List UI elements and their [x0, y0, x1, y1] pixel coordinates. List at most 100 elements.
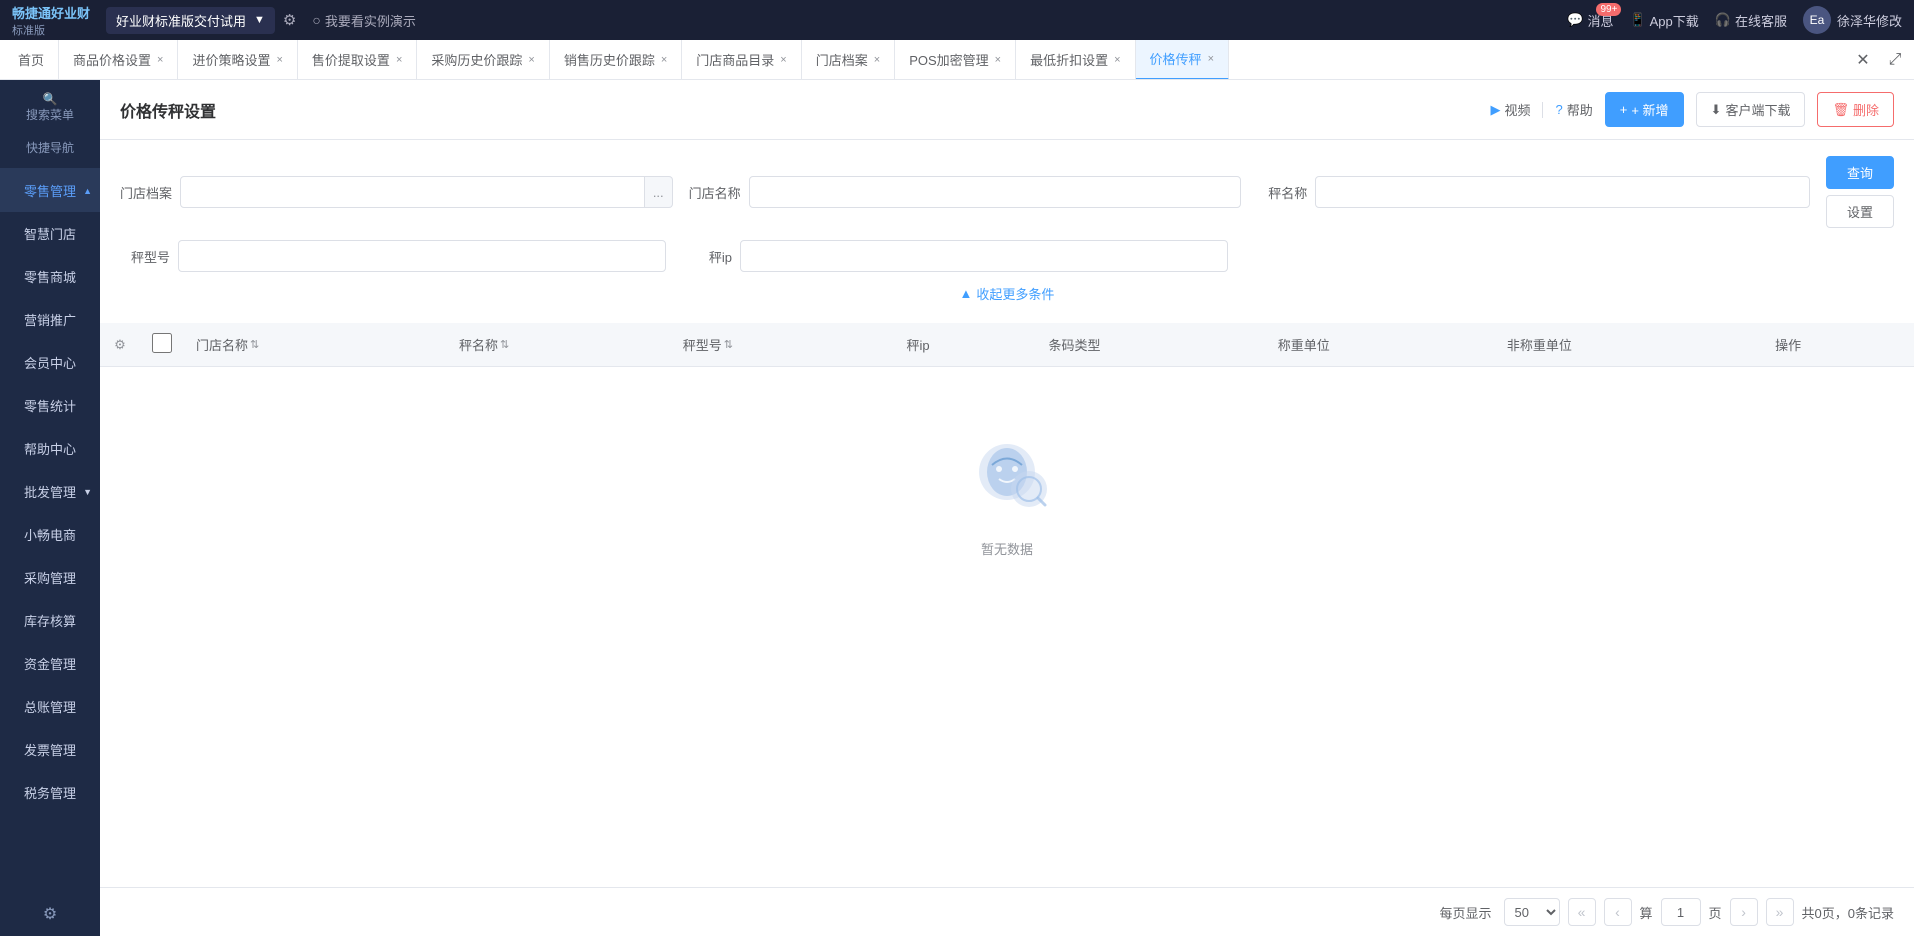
store-name-label: 门店名称 — [689, 183, 741, 202]
last-page-button[interactable]: » — [1766, 898, 1794, 926]
sidebar-item-finance[interactable]: 资金管理 — [0, 642, 100, 685]
sidebar-search[interactable]: 🔍 搜索菜单 — [0, 80, 100, 131]
close-icon[interactable]: × — [528, 54, 534, 66]
sidebar-shortcut-nav[interactable]: 快捷导航 — [0, 131, 100, 169]
tab-price-transfer[interactable]: 价格传秤 × — [1136, 40, 1229, 80]
add-button[interactable]: + + 新增 — [1605, 92, 1684, 127]
sidebar-item-retail-mall[interactable]: 零售商城 — [0, 255, 100, 298]
table-header: ⚙ 门店名称 秤名称 秤型号 — [100, 323, 1914, 367]
col-scale-model: 秤型号 — [671, 323, 895, 367]
video-link[interactable]: ▶ 视频 — [1490, 100, 1530, 119]
top-bar: 畅捷通好业财 标准版 好业财标准版交付试用 ▼ ⚙ 我要看实例演示 💬 消息 9… — [0, 0, 1914, 40]
data-table: ⚙ 门店名称 秤名称 秤型号 — [100, 323, 1914, 618]
table-body: 暂无数据 — [100, 367, 1914, 619]
sidebar-item-wholesale[interactable]: 批发管理 — [0, 470, 100, 513]
tab-store-archive[interactable]: 门店档案 × — [802, 40, 895, 80]
close-icon[interactable]: × — [995, 54, 1001, 66]
sidebar: 🔍 搜索菜单 快捷导航 零售管理 智慧门店 零售商城 营销推广 会员中心 — [0, 80, 100, 936]
online-service-button[interactable]: 🎧 在线客服 — [1715, 11, 1787, 30]
page-number-input[interactable] — [1661, 898, 1701, 926]
user-menu[interactable]: Ea 徐泽华修改 — [1803, 6, 1902, 34]
query-button[interactable]: 查询 — [1826, 156, 1894, 189]
sidebar-item-retail-stats[interactable]: 零售统计 — [0, 384, 100, 427]
tab-purchase-history[interactable]: 采购历史价跟踪 × — [417, 40, 549, 80]
page-header-actions: ▶ 视频 ? 帮助 + + 新增 ⬇ 客户端下载 — [1490, 92, 1894, 127]
sidebar-item-help-center[interactable]: 帮助中心 — [0, 427, 100, 470]
delete-button[interactable]: 🗑 删除 — [1817, 92, 1894, 127]
close-icon[interactable]: × — [396, 54, 402, 66]
close-icon[interactable]: × — [157, 54, 163, 66]
filter-scale-model: 秤型号 — [120, 240, 666, 272]
divider — [1542, 102, 1543, 118]
tab-pos-management[interactable]: POS加密管理 × — [895, 40, 1016, 80]
tab-purchase-strategy[interactable]: 进价策略设置 × — [178, 40, 297, 80]
sidebar-item-tax[interactable]: 税务管理 — [0, 771, 100, 814]
help-link[interactable]: ? 帮助 — [1555, 100, 1592, 119]
sidebar-item-retail-management[interactable]: 零售管理 — [0, 169, 100, 212]
message-button[interactable]: 💬 消息 99+ — [1567, 11, 1613, 30]
sidebar-item-ecommerce[interactable]: 小畅电商 — [0, 513, 100, 556]
scale-name-input[interactable] — [1315, 176, 1810, 208]
download-icon: ⬇ — [1711, 102, 1722, 118]
select-all-checkbox[interactable] — [152, 333, 172, 353]
store-archive-dots-button[interactable]: ... — [645, 176, 673, 208]
filter-row-2: 秤型号 秤ip — [120, 240, 1894, 272]
tab-bar: 首页 商品价格设置 × 进价策略设置 × 售价提取设置 × 采购历史价跟踪 × … — [0, 40, 1914, 80]
first-page-button[interactable]: « — [1568, 898, 1596, 926]
scale-ip-input[interactable] — [740, 240, 1228, 272]
tab-sale-extract[interactable]: 售价提取设置 × — [298, 40, 417, 80]
filter-row-1: 门店档案 ... 门店名称 秤名称 — [120, 156, 1894, 228]
sidebar-item-ledger[interactable]: 总账管理 — [0, 685, 100, 728]
tab-discount-settings[interactable]: 最低折扣设置 × — [1016, 40, 1135, 80]
sidebar-settings-icon[interactable]: ⚙ — [0, 892, 100, 936]
set-button[interactable]: 设置 — [1826, 195, 1894, 228]
page-unit: 页 — [1709, 903, 1722, 922]
close-icon[interactable]: × — [276, 54, 282, 66]
prev-page-button[interactable]: ‹ — [1604, 898, 1632, 926]
close-tab-button[interactable]: ✕ — [1848, 45, 1878, 75]
sidebar-item-inventory[interactable]: 库存核算 — [0, 599, 100, 642]
help-icon: ? — [1555, 102, 1562, 117]
sort-scale-name[interactable]: 秤名称 — [459, 335, 509, 354]
sidebar-item-invoice[interactable]: 发票管理 — [0, 728, 100, 771]
empty-text: 暂无数据 — [981, 539, 1033, 558]
settings-icon[interactable]: ⚙ — [283, 11, 296, 29]
close-icon[interactable]: × — [1114, 54, 1120, 66]
scale-ip-label: 秤ip — [682, 247, 732, 266]
expand-tab-button[interactable]: ⤢ — [1880, 45, 1910, 75]
close-icon[interactable]: × — [1208, 53, 1214, 65]
store-name-input[interactable] — [749, 176, 1242, 208]
table-settings-icon[interactable]: ⚙ — [114, 337, 126, 352]
close-icon[interactable]: × — [661, 54, 667, 66]
main-layout: 🔍 搜索菜单 快捷导航 零售管理 智慧门店 零售商城 营销推广 会员中心 — [0, 80, 1914, 936]
chevron-down-icon: ▼ — [254, 14, 265, 26]
download-button[interactable]: ⬇ 客户端下载 — [1696, 92, 1806, 127]
sort-scale-model[interactable]: 秤型号 — [683, 335, 733, 354]
collapse-button[interactable]: ▲ 收起更多条件 — [120, 284, 1894, 303]
close-icon[interactable]: × — [874, 54, 880, 66]
close-icon[interactable]: × — [780, 54, 786, 66]
top-actions: 💬 消息 99+ 📱 App下载 🎧 在线客服 Ea 徐泽华修改 — [1567, 6, 1902, 34]
tab-bar-controls: ✕ ⤢ — [1848, 45, 1910, 75]
filter-area: 门店档案 ... 门店名称 秤名称 — [100, 140, 1914, 323]
tab-sale-history[interactable]: 销售历史价跟踪 × — [550, 40, 682, 80]
app-download-button[interactable]: 📱 App下载 — [1629, 11, 1698, 30]
sidebar-item-member-center[interactable]: 会员中心 — [0, 341, 100, 384]
sidebar-item-marketing[interactable]: 营销推广 — [0, 298, 100, 341]
table-container: ⚙ 门店名称 秤名称 秤型号 — [100, 323, 1914, 887]
sort-store-name[interactable]: 门店名称 — [196, 335, 259, 354]
demo-button[interactable]: 我要看实例演示 — [312, 11, 415, 30]
store-archive-input[interactable] — [180, 176, 645, 208]
tab-home[interactable]: 首页 — [4, 40, 59, 80]
tab-store-catalog[interactable]: 门店商品目录 × — [682, 40, 801, 80]
pagination-bar: 每页显示 50 10 20 100 « ‹ 算 页 › » 共0页，0条记录 — [100, 887, 1914, 936]
scale-model-input[interactable] — [178, 240, 666, 272]
sidebar-item-smart-store[interactable]: 智慧门店 — [0, 212, 100, 255]
sidebar-item-purchase[interactable]: 采购管理 — [0, 556, 100, 599]
next-page-button[interactable]: › — [1730, 898, 1758, 926]
version-selector[interactable]: 好业财标准版交付试用 ▼ — [106, 7, 275, 34]
tab-price-settings[interactable]: 商品价格设置 × — [59, 40, 178, 80]
avatar: Ea — [1803, 6, 1831, 34]
page-size-select[interactable]: 50 10 20 100 — [1504, 898, 1560, 926]
empty-icon — [957, 427, 1057, 527]
